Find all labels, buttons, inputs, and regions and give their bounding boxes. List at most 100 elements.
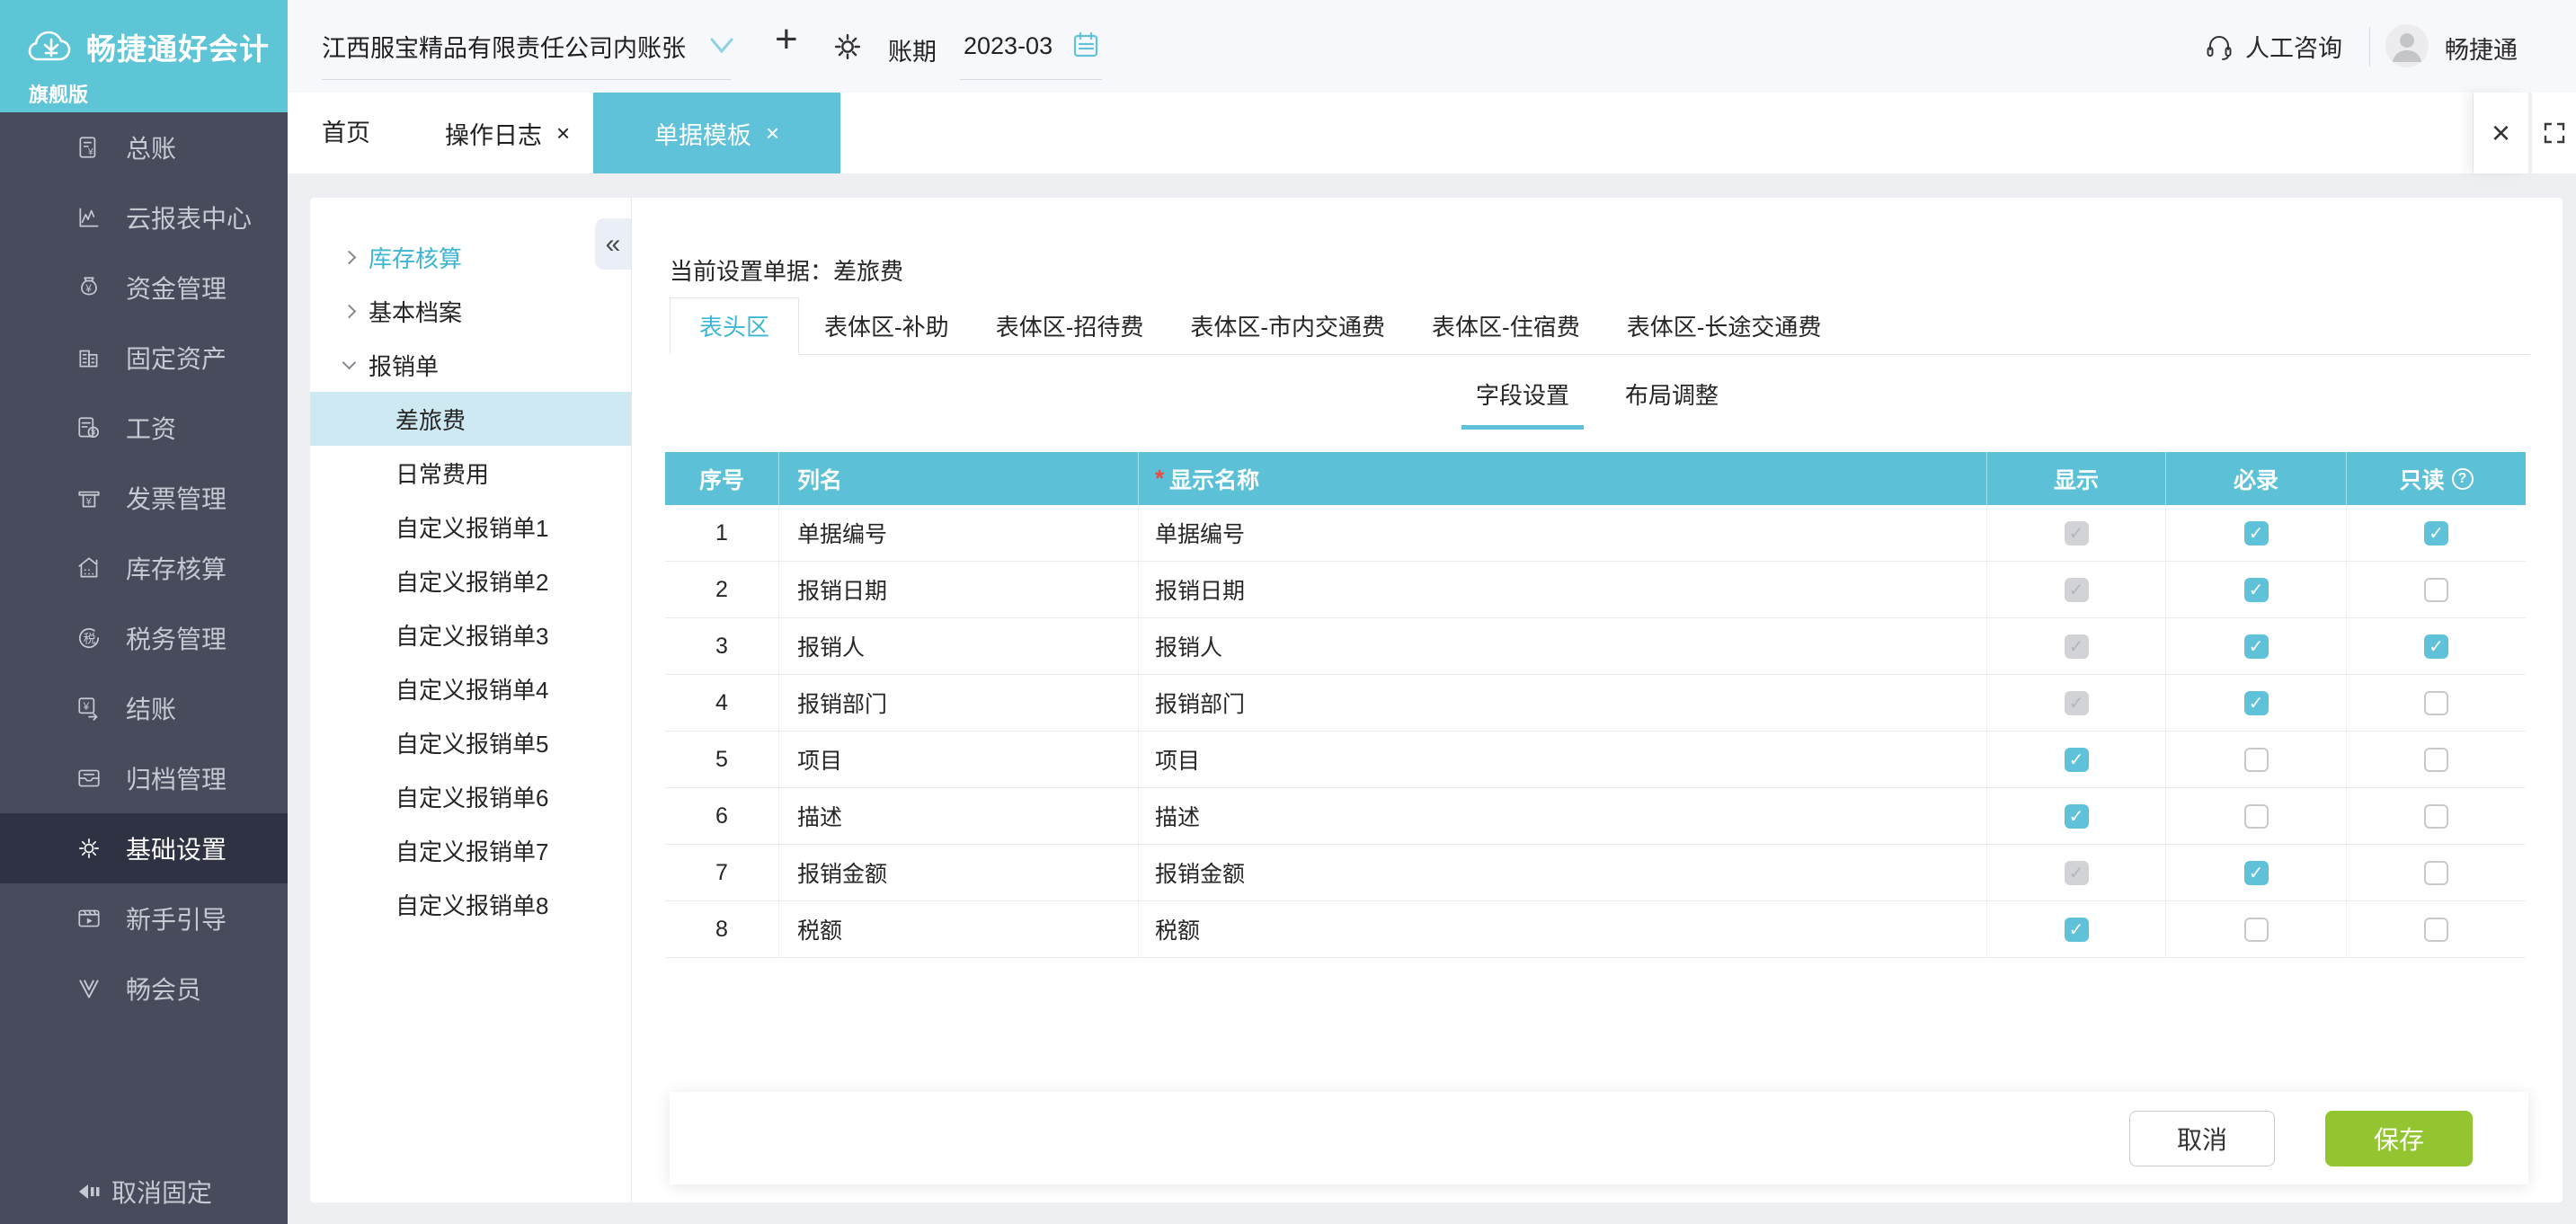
readonly-checkbox[interactable] — [2424, 577, 2448, 602]
tab-operation-log[interactable]: 操作日志 × — [445, 93, 570, 173]
collapse-tree-button[interactable]: « — [595, 218, 631, 270]
sidebar-item-cloud-reports[interactable]: 云报表中心 — [0, 182, 288, 253]
company-selector[interactable]: 江西服宝精品有限责任公司内账张 — [322, 29, 686, 64]
sidebar-item-label: 库存核算 — [126, 555, 227, 583]
inventory-icon — [78, 557, 98, 578]
show-checkbox[interactable] — [2064, 747, 2089, 772]
tree-item-expense-form[interactable]: 报销单 — [310, 338, 631, 392]
sidebar-item-funds[interactable]: ¥ 资金管理 — [0, 253, 288, 323]
tree-item-custom-2[interactable]: 自定义报销单2 — [310, 554, 631, 608]
required-checkbox[interactable] — [2243, 747, 2269, 772]
row-column-name: 报销日期 — [778, 562, 1138, 617]
tab-close-icon[interactable]: × — [556, 121, 570, 145]
readonly-checkbox[interactable] — [2424, 520, 2448, 545]
avatar[interactable] — [2385, 24, 2429, 67]
tab-field-settings[interactable]: 字段设置 — [1461, 377, 1584, 430]
tree-item-custom-1[interactable]: 自定义报销单1 — [310, 500, 631, 554]
tree-item-basic-archives[interactable]: 基本档案 — [310, 284, 631, 338]
cancel-button[interactable]: 取消 — [2129, 1110, 2275, 1166]
tree-item-inventory-accounting[interactable]: 库存核算 — [310, 230, 631, 284]
sidebar-item-payroll[interactable]: ¥ 工资 — [0, 393, 288, 463]
username[interactable]: 畅捷通 — [2445, 31, 2518, 66]
show-checkbox[interactable] — [2064, 803, 2089, 829]
tree-item-custom-7[interactable]: 自定义报销单7 — [310, 823, 631, 877]
period-label: 账期 — [888, 39, 937, 66]
required-checkbox[interactable] — [2243, 634, 2269, 659]
readonly-checkbox[interactable] — [2424, 690, 2448, 715]
save-button[interactable]: 保存 — [2325, 1110, 2473, 1166]
tree-item-label: 自定义报销单8 — [395, 891, 549, 919]
sidebar-item-guide[interactable]: 新手引导 — [0, 883, 288, 953]
tree-item-custom-3[interactable]: 自定义报销单3 — [310, 608, 631, 661]
tab-body-long-distance[interactable]: 表体区-长途交通费 — [1627, 297, 1822, 354]
svg-text:¥: ¥ — [85, 497, 92, 508]
readonly-checkbox[interactable] — [2424, 860, 2448, 885]
tree-item-travel-expense[interactable]: 差旅费 — [310, 392, 631, 446]
tree-item-label: 自定义报销单7 — [395, 838, 549, 865]
ledger-icon: ¥ — [79, 137, 96, 158]
gear-icon[interactable] — [831, 30, 865, 64]
show-checkbox[interactable] — [2064, 634, 2089, 659]
sidebar-item-inventory[interactable]: 库存核算 — [0, 533, 288, 603]
readonly-checkbox[interactable] — [2424, 803, 2448, 829]
sidebar-item-invoice[interactable]: ¥ 发票管理 — [0, 463, 288, 533]
tab-home[interactable]: 首页 — [322, 93, 370, 173]
sidebar-item-fixed-assets[interactable]: 固定资产 — [0, 323, 288, 393]
show-checkbox[interactable] — [2064, 860, 2089, 885]
close-panel-button[interactable]: × — [2474, 93, 2528, 173]
readonly-checkbox[interactable] — [2424, 747, 2448, 772]
required-checkbox[interactable] — [2243, 520, 2269, 545]
sidebar-item-member[interactable]: 畅会员 — [0, 953, 288, 1024]
calendar-icon[interactable] — [1071, 31, 1100, 59]
chevron-down-icon[interactable] — [708, 36, 735, 56]
sidebar-item-archive[interactable]: 归档管理 — [0, 743, 288, 813]
required-checkbox[interactable] — [2243, 577, 2269, 602]
tree-item-custom-6[interactable]: 自定义报销单6 — [310, 769, 631, 823]
header-no: 序号 — [698, 467, 744, 493]
support-link[interactable]: 人工咨询 — [2204, 29, 2342, 64]
show-checkbox[interactable] — [2064, 917, 2089, 942]
show-checkbox[interactable] — [2064, 690, 2089, 715]
person-icon — [2393, 33, 2421, 62]
readonly-checkbox[interactable] — [2424, 634, 2448, 659]
sidebar-item-closing[interactable]: ¥ 结账 — [0, 673, 288, 743]
sidebar-item-basic-settings[interactable]: 基础设置 — [0, 813, 288, 883]
required-checkbox[interactable] — [2243, 803, 2269, 829]
tab-document-template[interactable]: 单据模板 × — [593, 93, 840, 173]
section-tabs: 表头区 表体区-补助 表体区-招待费 表体区-市内交通费 表体区-住宿费 表体区… — [670, 297, 2530, 355]
tab-body-subsidy[interactable]: 表体区-补助 — [824, 297, 949, 354]
tab-body-lodging[interactable]: 表体区-住宿费 — [1432, 297, 1580, 354]
tree-item-custom-4[interactable]: 自定义报销单4 — [310, 661, 631, 715]
required-checkbox[interactable] — [2243, 690, 2269, 715]
tree-item-daily-expense[interactable]: 日常费用 — [310, 446, 631, 500]
tab-close-icon[interactable]: × — [766, 121, 779, 145]
tree-item-custom-5[interactable]: 自定义报销单5 — [310, 715, 631, 769]
show-checkbox[interactable] — [2064, 577, 2089, 602]
unpin-sidebar-button[interactable]: 取消固定 — [0, 1174, 288, 1210]
tab-body-city-transport[interactable]: 表体区-市内交通费 — [1190, 297, 1385, 354]
fixed-assets-icon — [79, 350, 98, 368]
fullscreen-icon — [2544, 122, 2564, 144]
required-checkbox[interactable] — [2243, 860, 2269, 885]
help-icon[interactable]: ? — [2451, 467, 2474, 490]
tree-item-label: 基本档案 — [369, 298, 463, 326]
tab-header-area[interactable]: 表头区 — [670, 297, 800, 355]
readonly-checkbox[interactable] — [2424, 917, 2448, 942]
row-index: 4 — [715, 689, 728, 715]
sidebar-item-label: 新手引导 — [126, 906, 227, 934]
tree-item-custom-8[interactable]: 自定义报销单8 — [310, 877, 631, 931]
required-checkbox[interactable] — [2243, 917, 2269, 942]
table-row: 7 报销金额 报销金额 — [665, 845, 2526, 901]
tab-layout-adjust[interactable]: 布局调整 — [1611, 377, 1733, 430]
tab-body-entertainment[interactable]: 表体区-招待费 — [996, 297, 1144, 354]
header-readonly: 只读 ? — [2346, 452, 2526, 505]
table-row: 8 税额 税额 — [665, 901, 2526, 958]
fullscreen-button[interactable] — [2532, 93, 2576, 173]
row-column-name: 报销金额 — [778, 845, 1138, 900]
period-value[interactable]: 2023-03 — [964, 32, 1053, 60]
sidebar-item-general-ledger[interactable]: ¥ 总账 — [0, 112, 288, 182]
sidebar-item-tax[interactable]: 税 税务管理 — [0, 603, 288, 673]
show-checkbox[interactable] — [2064, 520, 2089, 545]
sidebar-item-label: 工资 — [126, 415, 177, 443]
add-account-button[interactable]: + — [775, 20, 798, 59]
